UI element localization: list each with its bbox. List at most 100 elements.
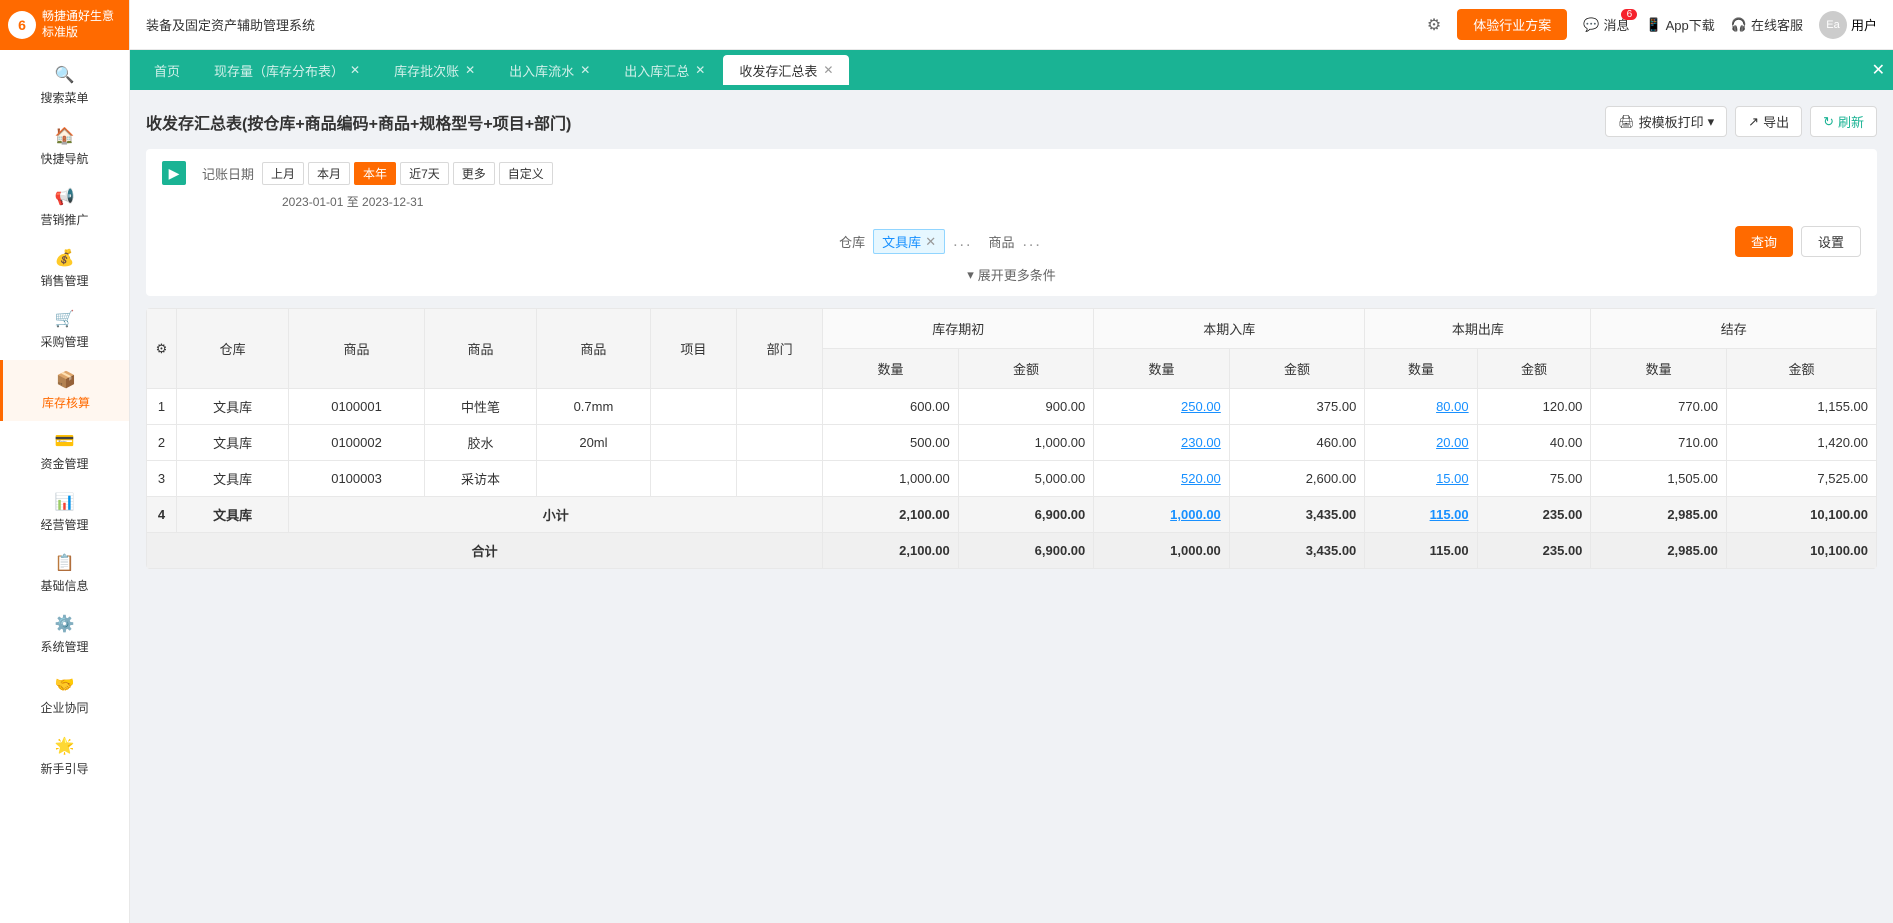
chevron-down-icon: ▾ (967, 267, 974, 283)
row-in-qty[interactable]: 520.00 (1094, 461, 1230, 497)
sidebar-item-system[interactable]: ⚙️系统管理 (0, 604, 129, 665)
tab-home[interactable]: 首页 (138, 55, 196, 85)
row-bal-amt: 1,420.00 (1726, 425, 1876, 461)
row-spec (537, 461, 651, 497)
sidebar-item-search-menu[interactable]: 🔍搜索菜单 (0, 55, 129, 116)
sidebar-item-inventory[interactable]: 📦 库存核算 (0, 360, 129, 421)
col-in-amt: 金额 (1229, 349, 1365, 389)
tab-close-inout-flow[interactable]: ✕ (580, 63, 590, 77)
row-no: 2 (147, 425, 177, 461)
online-service-btn[interactable]: 🎧 在线客服 (1731, 15, 1803, 34)
tab-inout-summary[interactable]: 出入库汇总 ✕ (608, 55, 721, 85)
sidebar-item-guide[interactable]: 🌟新手引导 (0, 726, 129, 787)
row-warehouse: 文具库 (177, 461, 289, 497)
row-in-qty[interactable]: 250.00 (1094, 389, 1230, 425)
guide-label: 新手引导 (40, 760, 88, 777)
row-out-qty[interactable]: 15.00 (1365, 461, 1477, 497)
col-group-open: 库存期初 (823, 309, 1094, 349)
tab-inout-flow[interactable]: 出入库流水 ✕ (493, 55, 606, 85)
finance-label: 资金管理 (40, 455, 88, 472)
row-bal-amt: 1,155.00 (1726, 389, 1876, 425)
avatar: Ea (1819, 11, 1847, 39)
subtotal-out-qty[interactable]: 115.00 (1365, 497, 1477, 533)
tab-close-inventory-dist[interactable]: ✕ (350, 63, 360, 77)
sidebar-item-purchase[interactable]: 🛒采购管理 (0, 299, 129, 360)
sidebar-item-operations[interactable]: 📊经营管理 (0, 482, 129, 543)
page-actions: 🖨 按模板打印 ▾ ↗ 导出 ↻ 刷新 (1605, 106, 1877, 137)
app-download-btn[interactable]: 📱 App下载 (1645, 15, 1714, 34)
export-btn[interactable]: ↗ 导出 (1735, 106, 1802, 137)
query-btn[interactable]: 查询 (1735, 226, 1793, 257)
sidebar-item-quick-nav[interactable]: 🏠快捷导航 (0, 116, 129, 177)
data-table-container: ⚙ 仓库 商品 商品 商品 项目 部门 库存期初 本期入库 本期出库 结存 数量 (146, 308, 1877, 569)
warehouse-more-icon[interactable]: ... (953, 233, 972, 251)
total-bal-amt: 10,100.00 (1726, 533, 1876, 569)
row-product: 胶水 (424, 425, 536, 461)
tab-label-inventory-dist: 现存量（库存分布表） (214, 61, 344, 80)
table-row: 3 文具库 0100003 采访本 1,000.00 5,000.00 520.… (147, 461, 1877, 497)
date-this-month[interactable]: 本月 (308, 162, 350, 185)
table-row: 2 文具库 0100002 胶水 20ml 500.00 1,000.00 23… (147, 425, 1877, 461)
settings-icon[interactable]: ⚙ (1427, 15, 1441, 35)
tab-inventory-dist[interactable]: 现存量（库存分布表） ✕ (198, 55, 376, 85)
print-btn[interactable]: 🖨 按模板打印 ▾ (1605, 106, 1727, 137)
filter-panel: ▶ 记账日期 上月 本月 本年 近7天 更多 自定义 2023-01-01 至 … (146, 149, 1877, 296)
inventory-icon: 📦 (56, 370, 76, 390)
logo-text: 畅捷通好生意 标准版 (42, 9, 114, 40)
product-label: 商品 (988, 232, 1014, 251)
inventory-label: 库存核算 (42, 394, 90, 411)
tab-label-inout-flow: 出入库流水 (509, 61, 574, 80)
col-out-qty: 数量 (1365, 349, 1477, 389)
sidebar-item-marketing[interactable]: 📢营销推广 (0, 177, 129, 238)
filter-toggle-btn[interactable]: ▶ (162, 161, 186, 185)
close-all-tabs-icon[interactable]: ✕ (1872, 60, 1885, 80)
warehouse-tag-close-icon[interactable]: ✕ (925, 234, 936, 250)
row-project (650, 389, 736, 425)
row-bal-qty: 770.00 (1591, 389, 1727, 425)
sidebar-item-enterprise[interactable]: 🤝企业协同 (0, 665, 129, 726)
date-more[interactable]: 更多 (453, 162, 495, 185)
user-menu[interactable]: Ea 用户 (1819, 11, 1877, 39)
row-in-qty[interactable]: 230.00 (1094, 425, 1230, 461)
date-custom[interactable]: 自定义 (499, 162, 553, 185)
col-project: 项目 (650, 309, 736, 389)
sidebar-item-sales[interactable]: 💰销售管理 (0, 238, 129, 299)
sidebar-item-basic[interactable]: 📋基础信息 (0, 543, 129, 604)
date-this-year[interactable]: 本年 (354, 162, 396, 185)
col-settings[interactable]: ⚙ (147, 309, 177, 389)
row-open-amt: 1,000.00 (958, 425, 1094, 461)
col-open-amt: 金额 (958, 349, 1094, 389)
row-out-qty[interactable]: 80.00 (1365, 389, 1477, 425)
trial-btn[interactable]: 体验行业方案 (1457, 9, 1567, 40)
date-prev-month[interactable]: 上月 (262, 162, 304, 185)
warehouse-label: 仓库 (839, 232, 865, 251)
tab-close-recv-send-summary[interactable]: ✕ (823, 63, 833, 77)
filter-settings-btn[interactable]: 设置 (1801, 226, 1861, 257)
message-btn[interactable]: 💬 消息 6 (1583, 15, 1629, 34)
tab-close-inout-summary[interactable]: ✕ (695, 63, 705, 77)
col-group-in: 本期入库 (1094, 309, 1365, 349)
total-open-amt: 6,900.00 (958, 533, 1094, 569)
refresh-btn[interactable]: ↻ 刷新 (1810, 106, 1877, 137)
expand-more-btn[interactable]: ▾ 展开更多条件 (967, 265, 1056, 284)
subtotal-in-qty[interactable]: 1,000.00 (1094, 497, 1230, 533)
row-open-qty: 500.00 (823, 425, 959, 461)
col-product: 商品 (424, 309, 536, 389)
col-out-amt: 金额 (1477, 349, 1591, 389)
purchase-label: 采购管理 (40, 333, 88, 350)
enterprise-label: 企业协同 (40, 699, 88, 716)
logo-icon: 6 (8, 11, 36, 39)
printer-icon: 🖨 (1618, 114, 1635, 130)
sidebar-item-finance[interactable]: 💳资金管理 (0, 421, 129, 482)
date-last-7-days[interactable]: 近7天 (400, 162, 449, 185)
tab-recv-send-summary[interactable]: 收发存汇总表 ✕ (723, 55, 849, 85)
row-out-qty[interactable]: 20.00 (1365, 425, 1477, 461)
total-in-qty: 1,000.00 (1094, 533, 1230, 569)
product-more-icon[interactable]: ... (1022, 233, 1041, 251)
tab-bar: 首页现存量（库存分布表） ✕库存批次账 ✕出入库流水 ✕出入库汇总 ✕收发存汇总… (130, 50, 1893, 90)
tab-batch[interactable]: 库存批次账 ✕ (378, 55, 491, 85)
tab-close-batch[interactable]: ✕ (465, 63, 475, 77)
row-in-amt: 460.00 (1229, 425, 1365, 461)
operations-icon: 📊 (55, 492, 75, 512)
warehouse-tag: 文具库 ✕ (873, 229, 945, 254)
